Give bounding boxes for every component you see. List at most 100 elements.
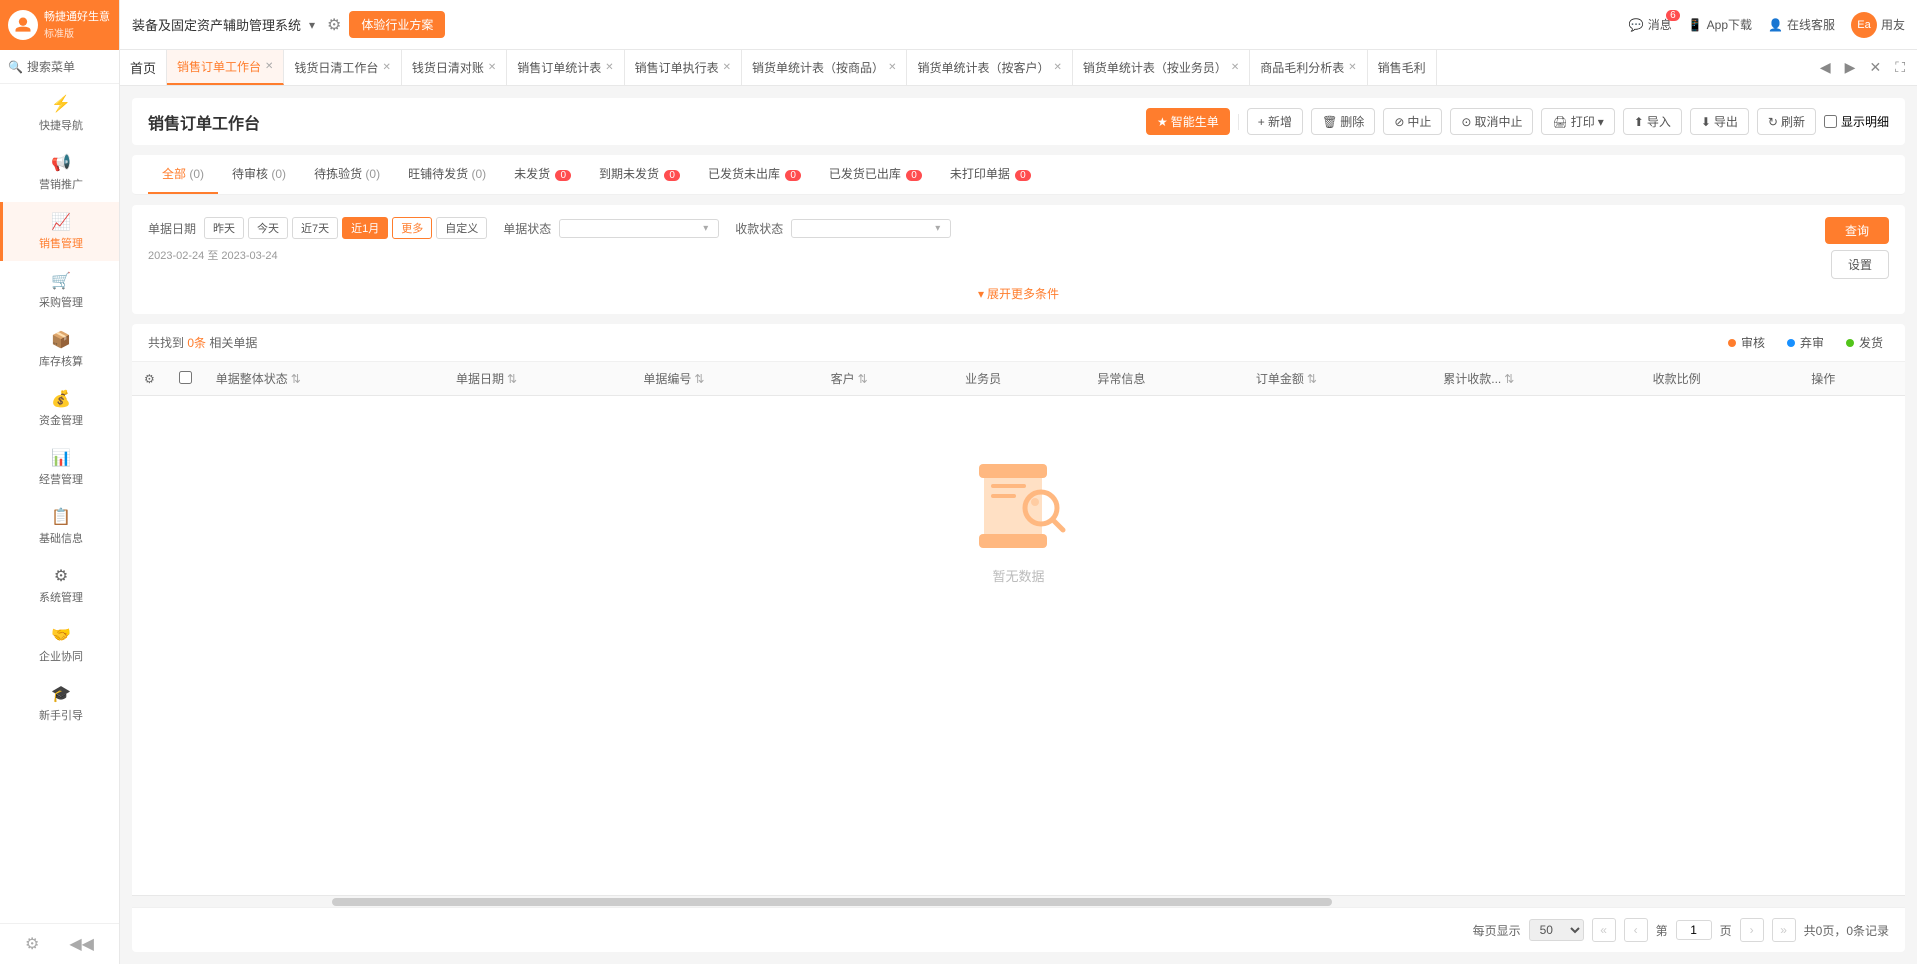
tab-cash-daily[interactable]: 钱货日清工作台 ✕ — [284, 50, 401, 85]
sort-icon[interactable]: ⇅ — [1307, 372, 1317, 386]
tab-sales-stats[interactable]: 销售订单统计表 ✕ — [507, 50, 624, 85]
filter-tab-shipped-out[interactable]: 已发货已出库 0 — [815, 155, 936, 194]
settings-bottom-btn[interactable]: ⚙ — [25, 934, 39, 954]
sidebar-item-finance[interactable]: 💰 资金管理 — [0, 379, 119, 438]
export-icon: ⬇ — [1701, 115, 1711, 129]
yesterday-btn[interactable]: 昨天 — [204, 217, 244, 239]
refresh-btn[interactable]: ↻ 刷新 — [1757, 108, 1816, 135]
expand-conditions-btn[interactable]: ▾ 展开更多条件 — [978, 285, 1059, 302]
sidebar-item-operations[interactable]: 📊 经营管理 — [0, 438, 119, 497]
tab-fullscreen-btn[interactable]: ⛶ — [1891, 57, 1909, 78]
horizontal-scrollbar[interactable] — [132, 895, 1905, 907]
sort-icon[interactable]: ⇅ — [291, 372, 301, 386]
revoke-action[interactable]: 弃审 — [1781, 332, 1830, 353]
next-page-btn[interactable]: › — [1740, 918, 1764, 942]
cancel-suspend-btn[interactable]: ⊙ 取消中止 — [1450, 108, 1533, 135]
filter-tab-all[interactable]: 全部 (0) — [148, 155, 218, 194]
tab-label: 销售订单统计表 — [517, 59, 601, 76]
tab-sales-workbench[interactable]: 销售订单工作台 ✕ — [167, 50, 284, 85]
sidebar-item-sales[interactable]: 📈 销售管理 — [0, 202, 119, 261]
sort-icon[interactable]: ⇅ — [694, 372, 704, 386]
prev-page-btn[interactable]: ‹ — [1624, 918, 1648, 942]
show-details-input[interactable] — [1824, 115, 1837, 128]
tab-sales-exec[interactable]: 销售订单执行表 ✕ — [625, 50, 742, 85]
sidebar-item-system[interactable]: ⚙ 系统管理 — [0, 556, 119, 615]
sidebar-item-quick-nav[interactable]: ⚡ 快捷导航 — [0, 84, 119, 143]
delete-btn[interactable]: 🗑 删除 — [1311, 108, 1375, 135]
smart-generate-btn[interactable]: ★ 智能生单 — [1146, 108, 1230, 135]
export-btn[interactable]: ⬇ 导出 — [1690, 108, 1749, 135]
sidebar-item-marketing[interactable]: 📢 营销推广 — [0, 143, 119, 202]
col-settings[interactable]: ⚙ — [132, 362, 167, 396]
table-area: 共找到 0条 相关单据 审核 弃审 发货 — [132, 324, 1905, 952]
scrollbar-thumb[interactable] — [332, 898, 1332, 906]
filter-setting-btn[interactable]: 设置 — [1831, 250, 1889, 279]
last7-btn[interactable]: 近7天 — [292, 217, 338, 239]
payment-select[interactable]: ▾ — [791, 219, 951, 238]
last-month-btn[interactable]: 近1月 — [342, 217, 388, 239]
filter-tab-pending-check[interactable]: 待拣验货 (0) — [300, 155, 394, 194]
filter-tab-shipped-not-out[interactable]: 已发货未出库 0 — [694, 155, 815, 194]
app-download-btn[interactable]: 📱 App下载 — [1688, 16, 1752, 33]
collapse-btn[interactable]: ◀◀ — [69, 934, 94, 954]
tab-close-all-btn[interactable]: ✕ — [1865, 57, 1885, 78]
first-page-btn[interactable]: « — [1592, 918, 1616, 942]
tab-close-icon[interactable]: ✕ — [1231, 62, 1239, 73]
audit-action[interactable]: 审核 — [1722, 332, 1771, 353]
tab-close-icon[interactable]: ✕ — [888, 62, 896, 73]
page-size-select[interactable]: 50 100 200 — [1529, 919, 1584, 941]
sidebar-item-purchase[interactable]: 🛒 采购管理 — [0, 261, 119, 320]
tab-close-icon[interactable]: ✕ — [1348, 62, 1356, 73]
sidebar-item-inventory[interactable]: 📦 库存核算 — [0, 320, 119, 379]
custom-btn[interactable]: 自定义 — [436, 217, 487, 239]
user-area[interactable]: Ea 用友 — [1851, 12, 1905, 38]
tab-sales-product-stats[interactable]: 销货单统计表（按商品） ✕ — [742, 50, 907, 85]
tab-home[interactable]: 首页 — [120, 50, 167, 85]
tab-sales-customer-stats[interactable]: 销货单统计表（按客户） ✕ — [907, 50, 1072, 85]
tab-margin-analysis[interactable]: 商品毛利分析表 ✕ — [1250, 50, 1367, 85]
sort-icon[interactable]: ⇅ — [858, 372, 868, 386]
import-btn[interactable]: ⬆ 导入 — [1623, 108, 1682, 135]
sort-icon[interactable]: ⇅ — [1504, 372, 1514, 386]
last-page-btn[interactable]: » — [1772, 918, 1796, 942]
filter-tab-unprinted[interactable]: 未打印单据 0 — [936, 155, 1045, 194]
more-btn[interactable]: 更多 — [392, 217, 432, 239]
col-checkbox[interactable] — [167, 362, 204, 396]
system-dropdown[interactable]: ▾ — [309, 18, 315, 32]
filter-tab-overdue[interactable]: 到期未发货 0 — [585, 155, 694, 194]
tab-close-icon[interactable]: ✕ — [382, 62, 390, 73]
sidebar-item-guide[interactable]: 🎓 新手引导 — [0, 674, 119, 733]
tab-prev-btn[interactable]: ◀ — [1816, 57, 1835, 78]
tab-close-icon[interactable]: ✕ — [265, 61, 273, 72]
today-btn[interactable]: 今天 — [248, 217, 288, 239]
sidebar-search[interactable]: 🔍 搜索菜单 — [0, 50, 119, 84]
add-btn[interactable]: + 新增 — [1247, 108, 1303, 135]
tab-next-btn[interactable]: ▶ — [1841, 57, 1860, 78]
print-btn[interactable]: 🖨 打印 ▾ — [1541, 108, 1614, 135]
tab-close-icon[interactable]: ✕ — [1053, 62, 1061, 73]
select-all-checkbox[interactable] — [179, 371, 192, 384]
suspend-btn[interactable]: ⊘ 中止 — [1383, 108, 1442, 135]
col-customer-label: 客户 — [831, 372, 855, 386]
topbar-settings-icon[interactable]: ⚙ — [327, 15, 341, 35]
tab-sales-more[interactable]: 销售毛利 — [1368, 50, 1437, 85]
tab-cash-reconcile[interactable]: 钱货日清对账 ✕ — [402, 50, 507, 85]
tab-close-icon[interactable]: ✕ — [488, 62, 496, 73]
filter-tab-wangpu[interactable]: 旺铺待发货 (0) — [394, 155, 500, 194]
online-service-btn[interactable]: 👤 在线客服 — [1768, 16, 1835, 33]
tab-close-icon[interactable]: ✕ — [723, 62, 731, 73]
query-btn[interactable]: 查询 — [1825, 217, 1889, 244]
message-btn[interactable]: 💬 消息 6 — [1629, 16, 1672, 33]
ship-action[interactable]: 发货 — [1840, 332, 1889, 353]
solution-btn[interactable]: 体验行业方案 — [349, 11, 445, 38]
sidebar-item-basic-info[interactable]: 📋 基础信息 — [0, 497, 119, 556]
sidebar-item-enterprise[interactable]: 🤝 企业协同 — [0, 615, 119, 674]
sort-icon[interactable]: ⇅ — [507, 372, 517, 386]
status-select[interactable]: ▾ — [559, 219, 719, 238]
filter-tab-pending[interactable]: 待审核 (0) — [218, 155, 300, 194]
tab-sales-staff-stats[interactable]: 销货单统计表（按业务员） ✕ — [1073, 50, 1250, 85]
page-input[interactable] — [1676, 920, 1712, 940]
show-details-checkbox[interactable]: 显示明细 — [1824, 113, 1889, 130]
filter-tab-unshipped[interactable]: 未发货 0 — [500, 155, 585, 194]
tab-close-icon[interactable]: ✕ — [605, 62, 613, 73]
